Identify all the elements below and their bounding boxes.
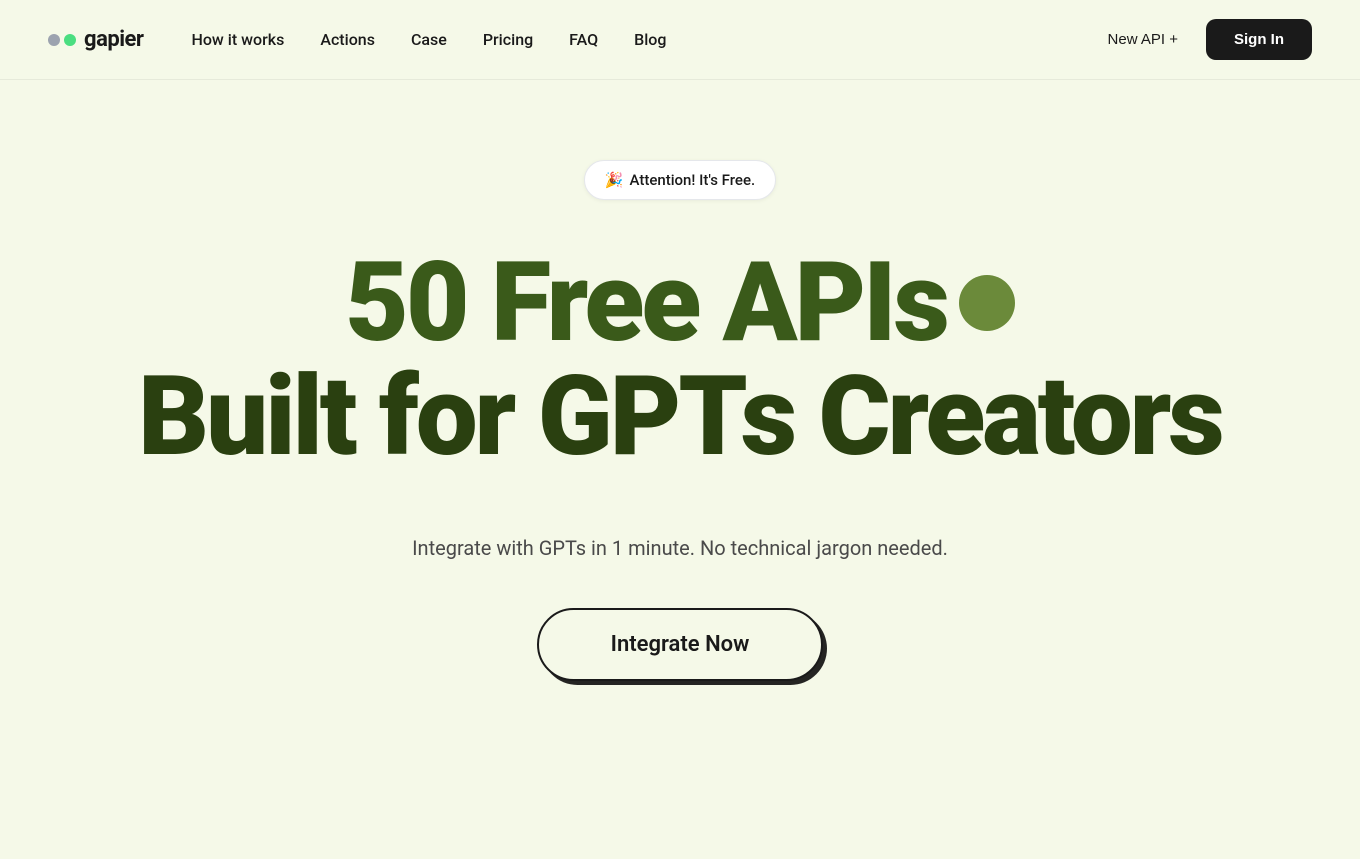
navbar: gapier How it works Actions Case Pricing… xyxy=(0,0,1360,80)
logo[interactable]: gapier xyxy=(48,27,143,52)
badge-text: Attention! It's Free. xyxy=(630,171,756,189)
nav-link-blog[interactable]: Blog xyxy=(634,30,666,49)
nav-link-faq[interactable]: FAQ xyxy=(569,30,598,49)
sign-in-button[interactable]: Sign In xyxy=(1206,19,1312,60)
hero-section: 🎉 Attention! It's Free. 50 Free APIs Bui… xyxy=(0,80,1360,741)
headline-line1: 50 Free APIs xyxy=(138,248,1222,358)
logo-text: gapier xyxy=(84,27,143,52)
headline-dot xyxy=(959,275,1015,331)
nav-link-actions[interactable]: Actions xyxy=(320,30,375,49)
nav-right: New API + Sign In xyxy=(1096,19,1312,60)
new-api-button[interactable]: New API + xyxy=(1096,23,1190,56)
hero-headline: 50 Free APIs Built for GPTs Creators xyxy=(138,248,1222,472)
nav-link-pricing[interactable]: Pricing xyxy=(483,30,533,49)
nav-left: gapier How it works Actions Case Pricing… xyxy=(48,27,666,52)
logo-icon xyxy=(48,34,76,46)
headline-line1-text: 50 Free APIs xyxy=(345,248,947,358)
nav-links: How it works Actions Case Pricing FAQ Bl… xyxy=(191,30,666,49)
logo-dot-gray xyxy=(48,34,60,46)
nav-link-case[interactable]: Case xyxy=(411,30,447,49)
nav-link-how-it-works[interactable]: How it works xyxy=(191,30,284,49)
hero-subtitle: Integrate with GPTs in 1 minute. No tech… xyxy=(412,536,948,560)
logo-dot-green xyxy=(64,34,76,46)
headline-line2: Built for GPTs Creators xyxy=(138,362,1222,472)
badge-emoji: 🎉 xyxy=(605,171,624,189)
integrate-now-button[interactable]: Integrate Now xyxy=(537,608,824,681)
attention-badge: 🎉 Attention! It's Free. xyxy=(584,160,776,200)
